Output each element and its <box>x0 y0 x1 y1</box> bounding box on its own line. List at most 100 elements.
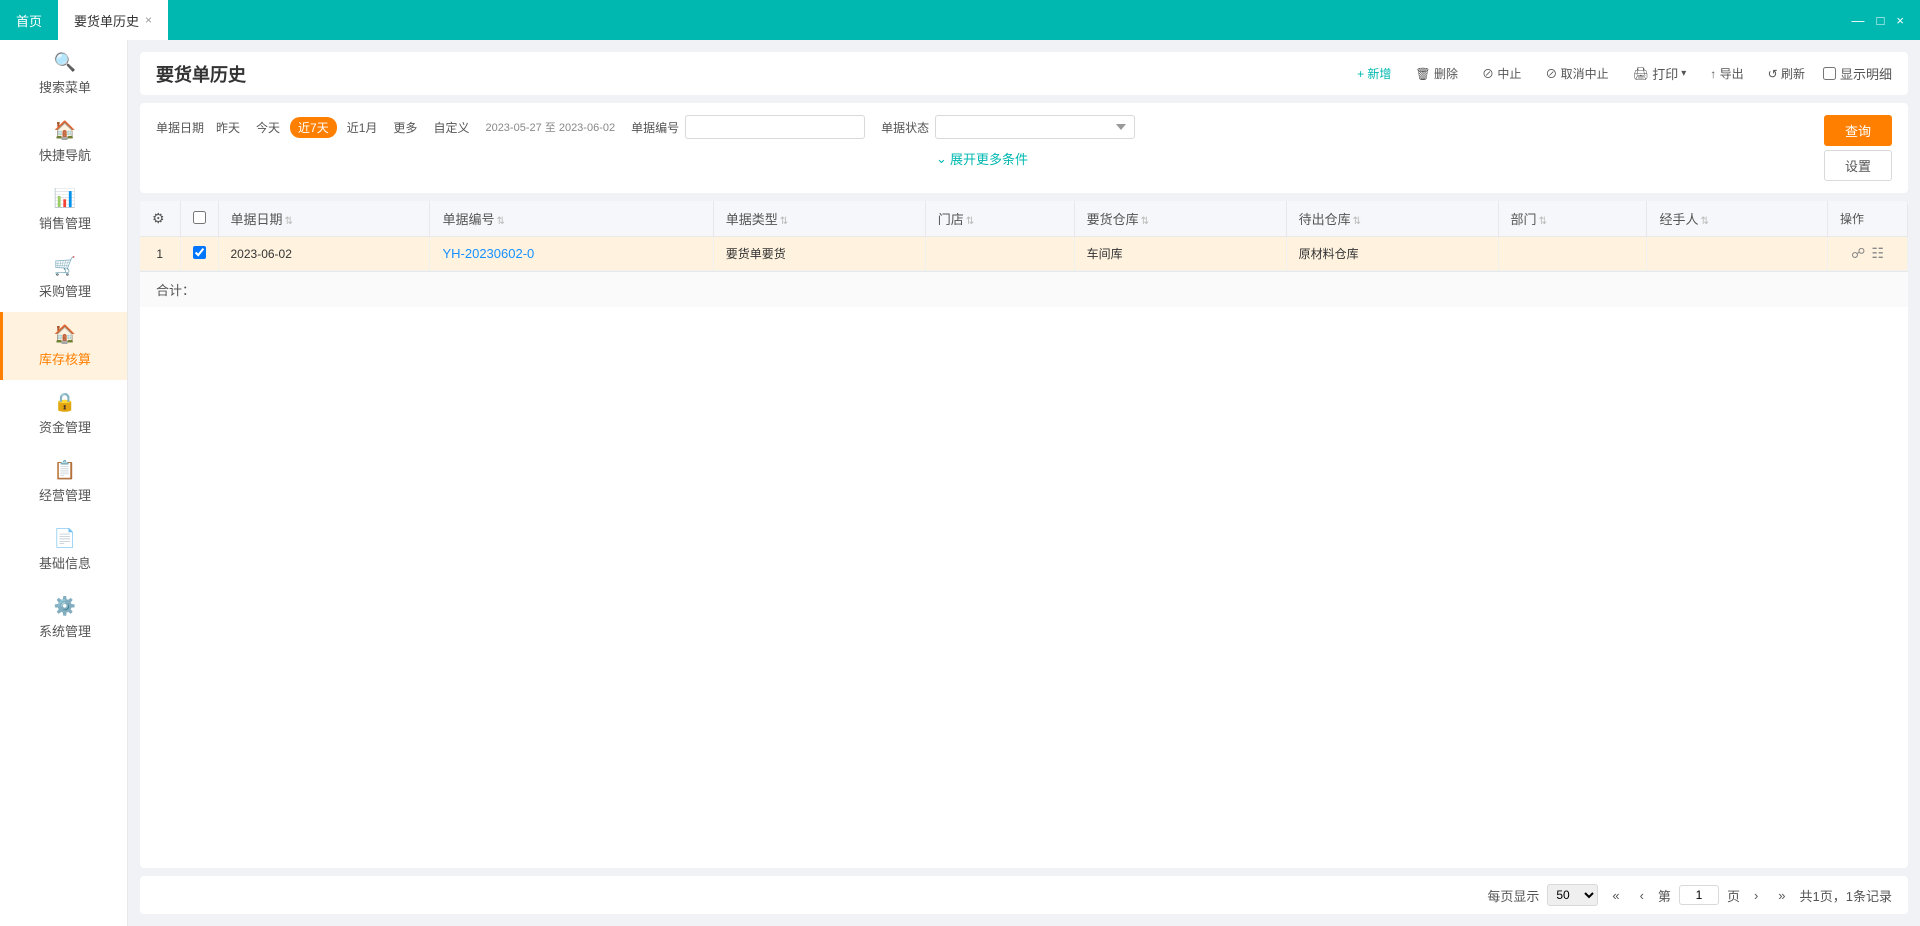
sidebar-item-inventory[interactable]: 🏠 库存核算 <box>0 312 127 380</box>
prev-page-btn[interactable]: ‹ <box>1634 886 1650 905</box>
date-btn-today[interactable]: 今天 <box>250 117 286 138</box>
sales-icon: 📊 <box>54 188 76 209</box>
export-button[interactable]: ↑ 导出 <box>1704 61 1749 86</box>
th-req-warehouse[interactable]: 要货仓库⇅ <box>1074 201 1286 237</box>
sidebar-item-system[interactable]: ⚙️ 系统管理 <box>0 584 127 652</box>
search-row-1: 单据日期 昨天 今天 近7天 近1月 更多 自定义 2023-05-27 至 2… <box>156 115 1808 139</box>
sidebar-item-operations[interactable]: 📋 经营管理 <box>0 448 127 516</box>
purchase-icon: 🛒 <box>54 256 76 277</box>
sidebar-label-operations: 经营管理 <box>39 485 91 504</box>
sidebar-label-quick-nav: 快捷导航 <box>39 145 91 164</box>
date-btn-7days[interactable]: 近7天 <box>290 117 337 138</box>
date-btn-yesterday[interactable]: 昨天 <box>210 117 246 138</box>
delete-button[interactable]: 🗑 删除 <box>1409 61 1464 86</box>
refresh-button[interactable]: ↺ 刷新 <box>1762 61 1811 86</box>
th-doc-date[interactable]: 单据日期⇅ <box>218 201 430 237</box>
row-doc-type: 要货单要货 <box>713 237 925 271</box>
sidebar-label-inventory: 库存核算 <box>39 349 91 368</box>
table-row: 1 2023-06-02 YH-20230602-0 要货单要货 车间库 原材料… <box>140 237 1908 271</box>
date-btn-custom[interactable]: 自定义 <box>427 117 475 138</box>
stop-button[interactable]: ⊘ 中止 <box>1476 61 1527 86</box>
date-btn-1month[interactable]: 近1月 <box>341 117 384 138</box>
search-menu-icon: 🔍 <box>54 52 76 73</box>
row-store <box>925 237 1074 271</box>
next-page-btn[interactable]: › <box>1748 886 1764 905</box>
finance-icon: 🔒 <box>54 392 76 413</box>
total-label: 合计： <box>156 280 195 299</box>
per-page-select[interactable]: 50 100 <box>1547 884 1598 906</box>
expand-more-btn[interactable]: ⌄ 展开更多条件 <box>936 149 1028 168</box>
sort-pending-warehouse-icon: ⇅ <box>1353 216 1361 227</box>
date-filters: 昨天 今天 近7天 近1月 更多 自定义 <box>210 117 475 138</box>
pagination-summary: 共1页，1条记录 <box>1800 886 1892 905</box>
maximize-icon[interactable]: □ <box>1877 13 1885 28</box>
date-range-display: 2023-05-27 至 2023-06-02 <box>485 119 615 135</box>
sidebar-label-search-menu: 搜索菜单 <box>39 77 91 96</box>
select-all-checkbox[interactable] <box>193 211 206 224</box>
row-doc-number: YH-20230602-0 <box>430 237 713 271</box>
settings-gear-icon[interactable]: ⚙ <box>152 210 165 226</box>
sort-doc-type-icon: ⇅ <box>780 216 788 227</box>
print-dropdown-icon[interactable]: ▾ <box>1681 68 1686 79</box>
doc-number-link[interactable]: YH-20230602-0 <box>442 246 534 261</box>
sidebar-item-sales[interactable]: 📊 销售管理 <box>0 176 127 244</box>
row-actions: ☍ ☷ <box>1828 237 1908 271</box>
date-filter-field: 单据日期 昨天 今天 近7天 近1月 更多 自定义 2023-05-27 至 2… <box>156 117 615 138</box>
data-table: ⚙ 单据日期⇅ 单据编号⇅ 单据类型⇅ <box>140 201 1908 271</box>
th-pending-warehouse[interactable]: 待出仓库⇅ <box>1286 201 1498 237</box>
doc-number-field: 单据编号 <box>631 115 865 139</box>
query-button[interactable]: 查询 <box>1824 115 1892 146</box>
table-footer: 合计： <box>140 271 1908 307</box>
sidebar-item-purchase[interactable]: 🛒 采购管理 <box>0 244 127 312</box>
new-button[interactable]: + 新增 <box>1351 61 1397 86</box>
expand-label: 展开更多条件 <box>950 149 1028 168</box>
status-label: 单据状态 <box>881 119 929 136</box>
sidebar-item-basic-info[interactable]: 📄 基础信息 <box>0 516 127 584</box>
basic-info-icon: 📄 <box>54 528 76 549</box>
page-input[interactable] <box>1679 885 1719 905</box>
row-edit-icon[interactable]: ☍ <box>1851 245 1865 262</box>
sort-req-warehouse-icon: ⇅ <box>1141 216 1149 227</box>
row-handler <box>1647 237 1828 271</box>
inventory-icon: 🏠 <box>54 324 76 345</box>
th-settings[interactable]: ⚙ <box>140 201 180 237</box>
page-title-bar: 要货单历史 + 新增 🗑 删除 ⊘ 中止 ⊘ 取消中止 🖨 打印 ▾ ↑ 导出 … <box>140 52 1908 95</box>
row-checkbox[interactable] <box>193 246 206 259</box>
tab-active[interactable]: 要货单历史 × <box>58 0 168 40</box>
th-doc-type[interactable]: 单据类型⇅ <box>713 201 925 237</box>
content-area: 要货单历史 + 新增 🗑 删除 ⊘ 中止 ⊘ 取消中止 🖨 打印 ▾ ↑ 导出 … <box>128 40 1920 926</box>
sidebar-label-purchase: 采购管理 <box>39 281 91 300</box>
row-checkbox-cell <box>180 237 218 271</box>
th-store[interactable]: 门店⇅ <box>925 201 1074 237</box>
doc-number-input[interactable] <box>685 115 865 139</box>
date-label: 单据日期 <box>156 119 204 136</box>
print-icon: 🖨 <box>1633 66 1650 82</box>
expand-icon: ⌄ <box>936 151 947 167</box>
th-department[interactable]: 部门⇅ <box>1498 201 1647 237</box>
print-button[interactable]: 🖨 打印 ▾ <box>1627 60 1693 87</box>
sidebar-label-sales: 销售管理 <box>39 213 91 232</box>
row-more-icon[interactable]: ☷ <box>1871 245 1884 262</box>
th-doc-number[interactable]: 单据编号⇅ <box>430 201 713 237</box>
tab-home[interactable]: 首页 <box>0 0 58 40</box>
pagination-bar: 每页显示 50 100 « ‹ 第 页 › » 共1页，1条记录 <box>140 876 1908 914</box>
sidebar-item-quick-nav[interactable]: 🏠 快捷导航 <box>0 108 127 176</box>
th-handler[interactable]: 经手人⇅ <box>1647 201 1828 237</box>
first-page-btn[interactable]: « <box>1606 886 1625 905</box>
sidebar-item-finance[interactable]: 🔒 资金管理 <box>0 380 127 448</box>
last-page-btn[interactable]: » <box>1772 886 1791 905</box>
date-btn-more[interactable]: 更多 <box>387 117 423 138</box>
sidebar: 🔍 搜索菜单 🏠 快捷导航 📊 销售管理 🛒 采购管理 🏠 库存核算 🔒 资金管… <box>0 40 128 926</box>
status-field: 单据状态 <box>881 115 1135 139</box>
display-detail-checkbox[interactable] <box>1823 67 1836 80</box>
tab-close-icon[interactable]: × <box>145 13 152 27</box>
cancel-stop-button[interactable]: ⊘ 取消中止 <box>1539 61 1614 86</box>
system-icon: ⚙️ <box>54 596 76 617</box>
setting-button[interactable]: 设置 <box>1824 150 1892 181</box>
sidebar-item-search-menu[interactable]: 🔍 搜索菜单 <box>0 40 127 108</box>
page-title: 要货单历史 <box>156 61 246 87</box>
toolbar: + 新增 🗑 删除 ⊘ 中止 ⊘ 取消中止 🖨 打印 ▾ ↑ 导出 ↺ 刷新 显… <box>1351 60 1892 87</box>
minimize-icon[interactable]: — <box>1852 13 1865 28</box>
close-icon[interactable]: × <box>1896 13 1904 28</box>
status-select[interactable] <box>935 115 1135 139</box>
